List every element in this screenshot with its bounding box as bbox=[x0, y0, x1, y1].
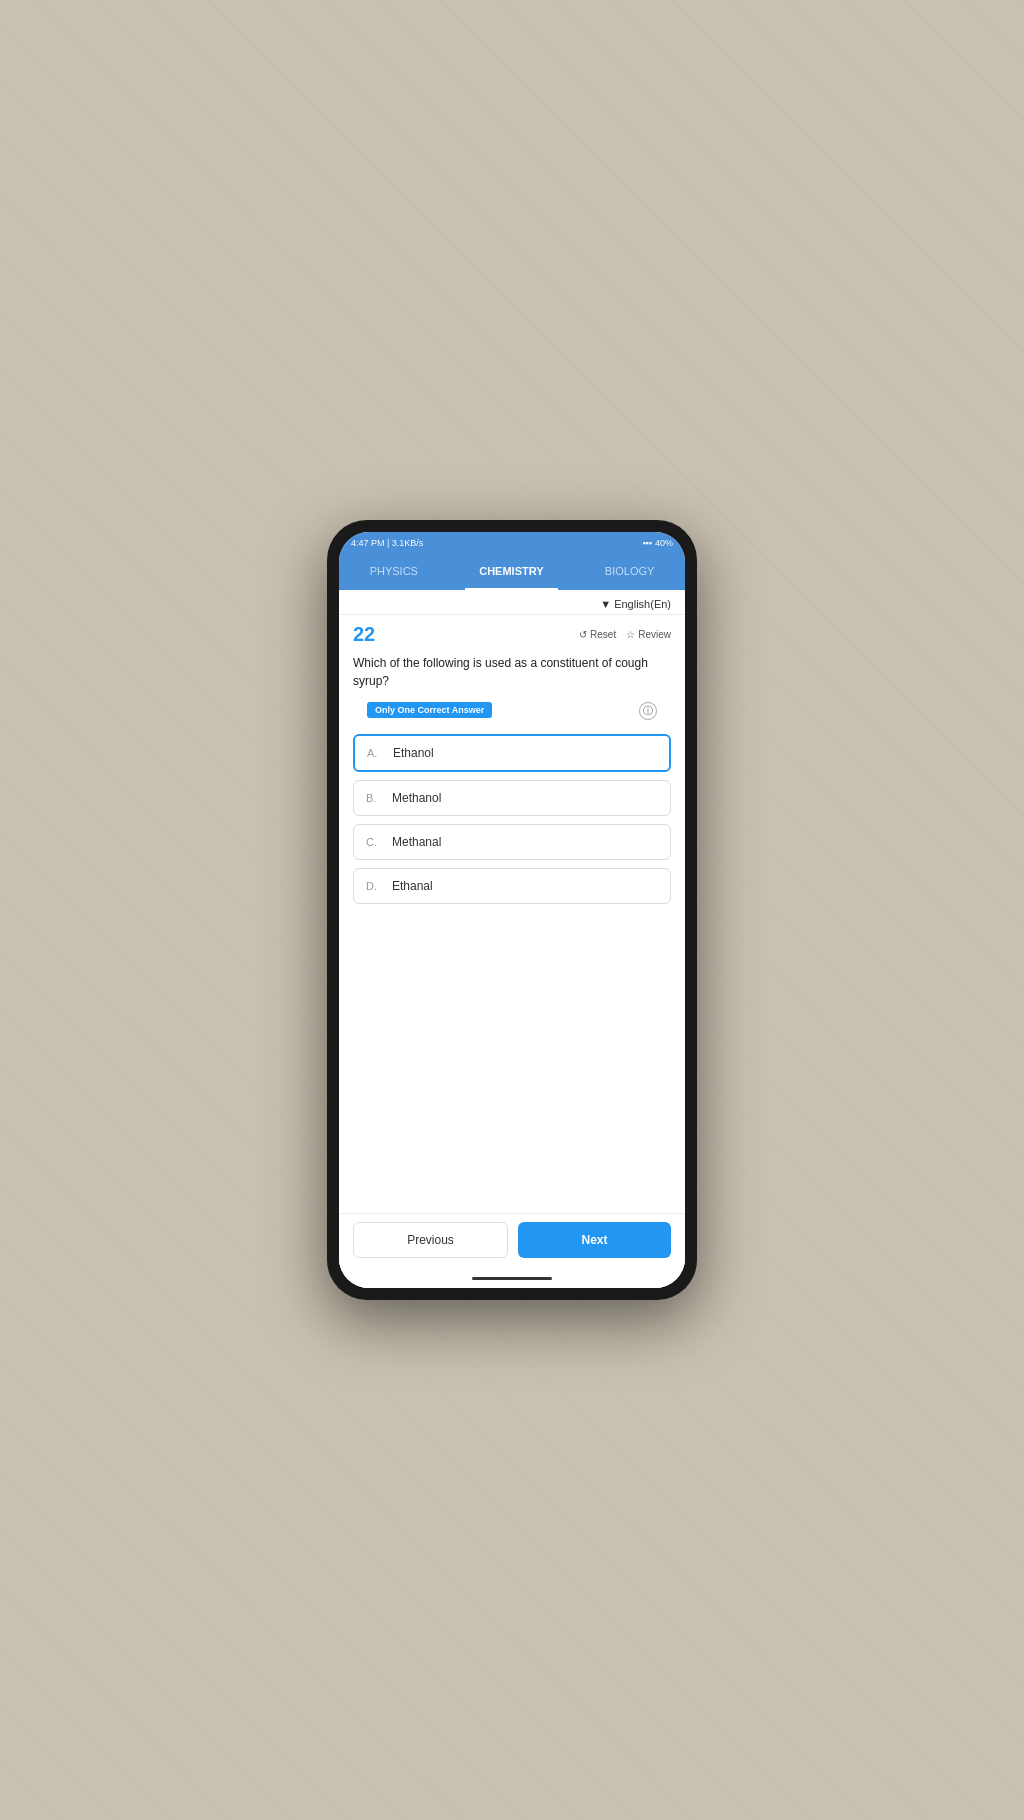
option-d[interactable]: D. Ethanal bbox=[353, 868, 671, 904]
next-button[interactable]: Next bbox=[518, 1222, 671, 1258]
option-b-label: B. bbox=[366, 792, 382, 804]
chevron-down-icon: ▼ bbox=[600, 598, 611, 610]
option-d-label: D. bbox=[366, 880, 382, 892]
status-battery: ▪▪▪ 40% bbox=[642, 538, 673, 548]
review-button[interactable]: ☆ Review bbox=[626, 629, 671, 640]
signal-icon: ▪▪▪ bbox=[642, 538, 652, 548]
content-area: ▼ English(En) 22 ↺ Reset ☆ Review bbox=[339, 590, 685, 1288]
status-time: 4:47 PM | 3.1KB/s bbox=[351, 538, 423, 548]
option-a-text: Ethanol bbox=[393, 746, 434, 760]
phone-frame: 4:47 PM | 3.1KB/s ▪▪▪ 40% PHYSICS CHEMIS… bbox=[327, 520, 697, 1300]
language-selector[interactable]: ▼ English(En) bbox=[339, 590, 685, 615]
status-bar: 4:47 PM | 3.1KB/s ▪▪▪ 40% bbox=[339, 532, 685, 554]
option-d-text: Ethanal bbox=[392, 879, 433, 893]
tab-chemistry[interactable]: CHEMISTRY bbox=[465, 554, 557, 590]
home-bar bbox=[472, 1277, 552, 1280]
language-button[interactable]: ▼ English(En) bbox=[600, 598, 671, 610]
reset-icon: ↺ bbox=[579, 629, 587, 640]
tab-physics[interactable]: PHYSICS bbox=[356, 554, 432, 590]
previous-button[interactable]: Previous bbox=[353, 1222, 508, 1258]
option-a-label: A. bbox=[367, 747, 383, 759]
option-c-label: C. bbox=[366, 836, 382, 848]
option-b[interactable]: B. Methanol bbox=[353, 780, 671, 816]
info-icon[interactable]: ⓘ bbox=[639, 702, 657, 720]
reset-button[interactable]: ↺ Reset bbox=[579, 629, 616, 640]
star-icon: ☆ bbox=[626, 629, 635, 640]
language-label: English(En) bbox=[614, 598, 671, 610]
bottom-nav: Previous Next bbox=[339, 1213, 685, 1272]
home-indicator bbox=[339, 1272, 685, 1288]
question-actions: ↺ Reset ☆ Review bbox=[579, 629, 671, 640]
badge-row: Only One Correct Answer ⓘ bbox=[339, 698, 685, 726]
question-text: Which of the following is used as a cons… bbox=[339, 650, 685, 698]
option-b-text: Methanol bbox=[392, 791, 441, 805]
tab-biology[interactable]: BIOLOGY bbox=[591, 554, 669, 590]
options-container: A. Ethanol B. Methanol C. Methanal D. Et… bbox=[339, 726, 685, 1213]
option-c-text: Methanal bbox=[392, 835, 441, 849]
option-a[interactable]: A. Ethanol bbox=[353, 734, 671, 772]
phone-screen: 4:47 PM | 3.1KB/s ▪▪▪ 40% PHYSICS CHEMIS… bbox=[339, 532, 685, 1288]
question-header: 22 ↺ Reset ☆ Review bbox=[339, 615, 685, 650]
tab-bar: PHYSICS CHEMISTRY BIOLOGY bbox=[339, 554, 685, 590]
question-number: 22 bbox=[353, 623, 375, 646]
option-c[interactable]: C. Methanal bbox=[353, 824, 671, 860]
answer-type-badge: Only One Correct Answer bbox=[367, 702, 492, 718]
